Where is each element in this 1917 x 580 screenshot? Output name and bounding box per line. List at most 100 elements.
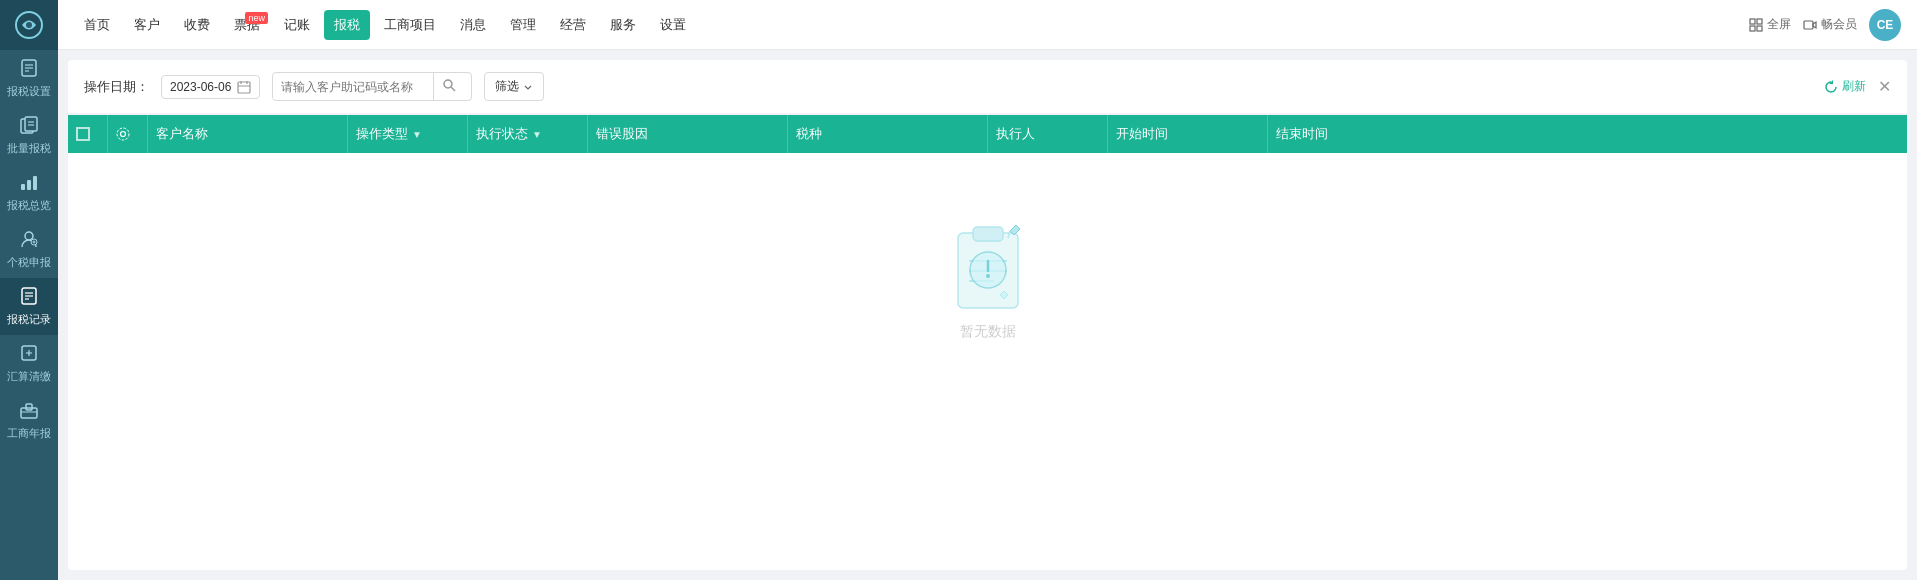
baoshui-zonglan-icon (19, 172, 39, 195)
nav-item-kehu[interactable]: 客户 (124, 10, 170, 40)
nav-item-baoshui[interactable]: 报税 (324, 10, 370, 40)
sidebar-item-geshu-shenbao[interactable]: 个税申报 (0, 221, 58, 278)
main-area: 首页 客户 收费 票据 new 记账 报税 工商项目 消息 (58, 0, 1917, 580)
svg-point-46 (986, 274, 990, 278)
nav-item-shouye[interactable]: 首页 (74, 10, 120, 40)
sidebar-item-huisuan-jiaona-label: 汇算清缴 (7, 369, 51, 384)
user-avatar[interactable]: CE (1869, 9, 1901, 41)
search-input[interactable] (273, 75, 433, 99)
svg-point-38 (121, 132, 126, 137)
th-executor: 执行人 (988, 115, 1108, 153)
table-body: 暂无数据 (68, 153, 1907, 568)
nav-item-jingying[interactable]: 经营 (550, 10, 596, 40)
sidebar-item-baoshui-jilu[interactable]: 报税记录 (0, 278, 58, 335)
baoshui-jilu-icon (19, 286, 39, 309)
header-checkbox[interactable] (76, 127, 90, 141)
date-picker[interactable]: 2023-06-06 (161, 75, 260, 99)
settings-icon (116, 127, 130, 141)
chevron-down-icon (523, 82, 533, 92)
svg-point-36 (444, 80, 452, 88)
th-end-time: 结束时间 (1268, 115, 1428, 153)
th-tax-type: 税种 (788, 115, 988, 153)
sidebar-item-huisuan-jiaona[interactable]: 汇算清缴 (0, 335, 58, 392)
search-button[interactable] (433, 73, 464, 100)
nav-item-fuwu[interactable]: 服务 (600, 10, 646, 40)
gongshang-nianbao-icon (19, 400, 39, 423)
sidebar-item-baoshui-jilu-label: 报税记录 (7, 312, 51, 327)
sidebar-item-piliang-baoshui[interactable]: 批量报税 (0, 107, 58, 164)
baoshui-shezhi-icon (19, 58, 39, 81)
svg-rect-29 (1750, 26, 1755, 31)
nav-item-shoufei[interactable]: 收费 (174, 10, 220, 40)
empty-text: 暂无数据 (960, 323, 1016, 341)
piaoju-badge: new (245, 12, 268, 25)
th-error-reason: 错误股因 (588, 115, 788, 153)
svg-rect-30 (1757, 26, 1762, 31)
nav-item-xiaoxi[interactable]: 消息 (450, 10, 496, 40)
fullscreen-btn[interactable]: 全屏 (1749, 16, 1791, 33)
date-value: 2023-06-06 (170, 80, 231, 94)
svg-rect-28 (1757, 19, 1762, 24)
refresh-btn-label: 刷新 (1842, 78, 1866, 95)
nav-item-zhangji[interactable]: 记账 (274, 10, 320, 40)
svg-line-37 (451, 87, 455, 91)
nav-item-gongshang-xiangmu[interactable]: 工商项目 (374, 10, 446, 40)
sidebar-logo[interactable] (0, 0, 58, 50)
search-icon (442, 78, 456, 92)
nav-item-piaoju[interactable]: 票据 new (224, 10, 270, 40)
video-icon (1803, 18, 1817, 32)
filter-btn-label: 筛选 (495, 78, 519, 95)
exec-status-sort-icon: ▼ (532, 129, 542, 140)
date-label: 操作日期： (84, 78, 149, 96)
svg-point-13 (25, 232, 33, 240)
piliang-baoshui-icon (19, 115, 39, 138)
sidebar-item-geshu-shenbao-label: 个税申报 (7, 255, 51, 270)
svg-rect-41 (973, 227, 1003, 241)
refresh-button[interactable]: 刷新 (1824, 78, 1866, 95)
sidebar-item-gongshang-nianbao-label: 工商年报 (7, 426, 51, 441)
sidebar-item-gongshang-nianbao[interactable]: 工商年报 (0, 392, 58, 449)
svg-rect-32 (238, 82, 250, 93)
member-btn[interactable]: 畅会员 (1803, 16, 1857, 33)
nav-items: 首页 客户 收费 票据 new 记账 报税 工商项目 消息 (74, 10, 1749, 40)
th-checkbox[interactable] (68, 115, 108, 153)
svg-rect-25 (26, 404, 32, 410)
geshu-shenbao-icon (19, 229, 39, 252)
sidebar-item-baoshui-zonglan[interactable]: 报税总览 (0, 164, 58, 221)
svg-rect-11 (27, 180, 31, 190)
nav-item-shezhi[interactable]: 设置 (650, 10, 696, 40)
refresh-icon (1824, 80, 1838, 94)
th-op-type[interactable]: 操作类型 ▼ (348, 115, 468, 153)
table-header: 客户名称 操作类型 ▼ 执行状态 ▼ 错误股因 税种 执行人 (68, 115, 1907, 153)
close-button[interactable]: ✕ (1878, 77, 1891, 96)
th-start-time: 开始时间 (1108, 115, 1268, 153)
svg-rect-31 (1804, 21, 1813, 29)
nav-item-guanli[interactable]: 管理 (500, 10, 546, 40)
nav-right: 全屏 畅会员 CE (1749, 9, 1901, 41)
op-type-sort-icon: ▼ (412, 129, 422, 140)
content: 操作日期： 2023-06-06 (58, 50, 1917, 580)
svg-rect-27 (1750, 19, 1755, 24)
sidebar-item-baoshui-shezhi-label: 报税设置 (7, 84, 51, 99)
svg-rect-10 (21, 184, 25, 190)
sidebar-item-baoshui-shezhi[interactable]: 报税设置 (0, 50, 58, 107)
svg-point-39 (117, 128, 129, 140)
svg-rect-7 (25, 117, 37, 131)
svg-rect-12 (33, 176, 37, 190)
huisuan-jiaona-icon (19, 343, 39, 366)
th-settings[interactable] (108, 115, 148, 153)
sidebar-item-piliang-baoshui-label: 批量报税 (7, 141, 51, 156)
search-input-wrap (272, 72, 472, 101)
topnav: 首页 客户 收费 票据 new 记账 报税 工商项目 消息 (58, 0, 1917, 50)
filter-button[interactable]: 筛选 (484, 72, 544, 101)
sidebar-item-baoshui-zonglan-label: 报税总览 (7, 198, 51, 213)
th-exec-status[interactable]: 执行状态 ▼ (468, 115, 588, 153)
filter-bar: 操作日期： 2023-06-06 (68, 60, 1907, 113)
svg-point-1 (26, 22, 32, 28)
fullscreen-icon (1749, 18, 1763, 32)
empty-illustration (938, 213, 1038, 323)
empty-state: 暂无数据 (68, 153, 1907, 401)
calendar-icon (237, 80, 251, 94)
table-wrap: 客户名称 操作类型 ▼ 执行状态 ▼ 错误股因 税种 执行人 (68, 115, 1907, 570)
sidebar: 报税设置 批量报税 报税总览 (0, 0, 58, 580)
